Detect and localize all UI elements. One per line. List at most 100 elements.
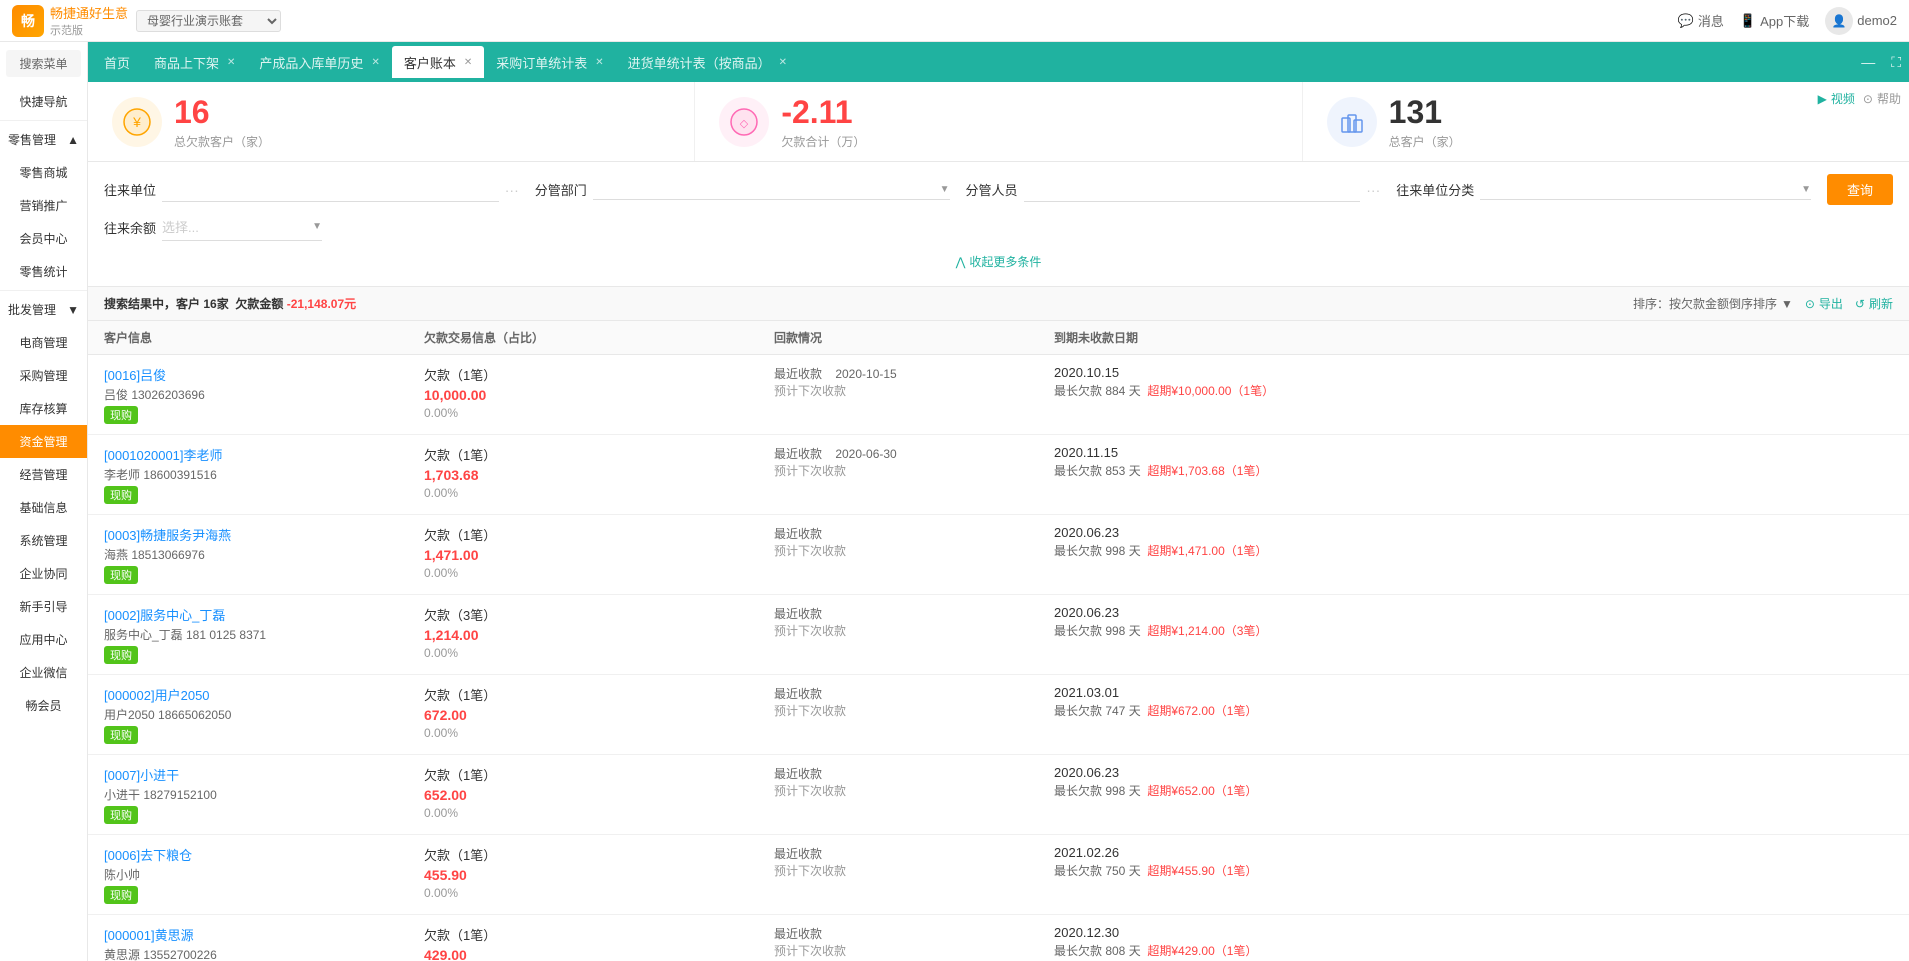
customer-name-link[interactable]: [000001]黄思源 <box>104 928 194 943</box>
debt-ratio: 0.00% <box>424 886 774 900</box>
tab-purchase-stat[interactable]: 采购订单统计表 ✕ <box>484 46 615 78</box>
sidebar-item-member[interactable]: 会员中心 <box>0 222 87 255</box>
customer-filter-input[interactable] <box>162 178 499 202</box>
close-icon[interactable]: ✕ <box>595 57 603 68</box>
sidebar-item-system[interactable]: 系统管理 <box>0 524 87 557</box>
debt-amount: 672.00 <box>424 707 774 723</box>
overdue-link[interactable]: 超期¥1,471.00（1笔） <box>1147 544 1267 558</box>
debt-amount: 652.00 <box>424 787 774 803</box>
customer-tag: 现购 <box>104 406 138 424</box>
video-btn[interactable]: ▶ 视频 <box>1818 90 1855 107</box>
expand-tabs-btn[interactable]: ⛶ <box>1887 52 1905 73</box>
user-menu[interactable]: 👤 demo2 <box>1825 7 1897 35</box>
overdue-link[interactable]: 超期¥672.00（1笔） <box>1147 704 1257 718</box>
overdue-link[interactable]: 超期¥1,214.00（3笔） <box>1147 624 1267 638</box>
debt-count: 欠款（1笔） <box>424 365 774 384</box>
debt-info-8: 欠款（1笔） 429.00 0.00% <box>424 925 774 961</box>
export-icon: ⊙ <box>1805 297 1815 311</box>
sidebar-item-newbie[interactable]: 新手引导 <box>0 590 87 623</box>
filter-category: 往来单位分类 ▼ <box>1396 180 1811 200</box>
app-download-btn[interactable]: 📱 App下载 <box>1740 11 1809 30</box>
customer-name-link[interactable]: [0006]去下粮仓 <box>104 848 192 863</box>
sidebar-item-retail-mgmt[interactable]: 零售管理 ▲ <box>0 123 87 156</box>
customer-name-link[interactable]: [0001020001]李老师 <box>104 448 223 463</box>
debt-count: 欠款（1笔） <box>424 685 774 704</box>
refresh-btn[interactable]: ↺ 刷新 <box>1855 295 1893 312</box>
balance-filter-select[interactable]: 选择... ▼ <box>162 213 322 241</box>
debt-ratio: 0.00% <box>424 726 774 740</box>
tab-product-shelf[interactable]: 商品上下架 ✕ <box>142 46 247 78</box>
filter-department: 分管部门 ▼ <box>535 180 950 200</box>
department-filter-select[interactable]: ▼ <box>593 180 950 200</box>
chevron-down-icon: ▼ <box>312 221 322 232</box>
overdue-info-1: 2020.10.15 最长欠款 884 天 超期¥10,000.00（1笔） <box>1054 365 1893 399</box>
sidebar-item-enterprise[interactable]: 企业协同 <box>0 557 87 590</box>
sidebar-item-purchase-mgmt[interactable]: 采购管理 <box>0 359 87 392</box>
recovery-info-2: 最近收款 2020-06-30 预计下次收款 <box>774 445 1054 479</box>
tab-home[interactable]: 首页 <box>92 46 142 78</box>
overdue-link[interactable]: 超期¥429.00（1笔） <box>1147 944 1257 958</box>
logo-subtext: 示范版 <box>50 22 128 38</box>
avatar: 👤 <box>1825 7 1853 35</box>
stat-card-debt-total: ◇ -2.11 欠款合计（万） <box>695 82 1302 161</box>
table-row: [0002]服务中心_丁磊 服务中心_丁磊 181 0125 8371 现购 欠… <box>88 595 1909 675</box>
overdue-link[interactable]: 超期¥455.90（1笔） <box>1147 864 1257 878</box>
category-filter-select[interactable]: ▼ <box>1480 180 1811 200</box>
collapse-btn[interactable]: ⋀ 收起更多条件 <box>956 249 1042 274</box>
sidebar-nav-btn[interactable]: 快捷导航 <box>0 85 87 118</box>
sidebar-item-finance[interactable]: 资金管理 <box>0 425 87 458</box>
sidebar-item-marketing[interactable]: 营销推广 <box>0 189 87 222</box>
overdue-link[interactable]: 超期¥1,703.68（1笔） <box>1147 464 1267 478</box>
filter-area: 往来单位 ··· 分管部门 ▼ 分管人员 ··· 往来 <box>88 162 1909 287</box>
sidebar-item-retail-mall[interactable]: 零售商城 <box>0 156 87 189</box>
help-btn[interactable]: ⊙ 帮助 <box>1863 90 1901 107</box>
recovery-info-4: 最近收款 预计下次收款 <box>774 605 1054 639</box>
query-btn[interactable]: 查询 <box>1827 174 1893 205</box>
overdue-link[interactable]: 超期¥10,000.00（1笔） <box>1147 384 1274 398</box>
chevron-down-icon: ▼ <box>940 184 950 195</box>
sidebar-item-wholesale-mgmt[interactable]: 批发管理 ▼ <box>0 293 87 326</box>
debt-count: 欠款（1笔） <box>424 445 774 464</box>
table-row: [000001]黄思源 黄思源 13552700226 现购 欠款（1笔） 42… <box>88 915 1909 961</box>
customer-name-link[interactable]: [0016]吕俊 <box>104 368 166 383</box>
recovery-date: 最近收款 <box>774 765 1054 782</box>
debt-customers-label: 总欠款客户（家） <box>174 133 270 150</box>
sidebar-search-btn[interactable]: 搜索菜单 <box>6 50 81 77</box>
customer-name-link[interactable]: [0007]小进干 <box>104 768 179 783</box>
top-bar-right: 💬 消息 📱 App下载 👤 demo2 <box>1678 7 1897 35</box>
overdue-link[interactable]: 超期¥652.00（1笔） <box>1147 784 1257 798</box>
customer-name-link[interactable]: [0002]服务中心_丁磊 <box>104 608 225 623</box>
close-icon[interactable]: ✕ <box>227 57 235 68</box>
tabs-actions: — ⛶ <box>1857 52 1905 73</box>
customer-name-link[interactable]: [000002]用户2050 <box>104 688 210 703</box>
tab-customer-account[interactable]: 客户账本 ✕ <box>392 46 484 78</box>
customer-tag: 现购 <box>104 726 138 744</box>
customer-tag: 现购 <box>104 566 138 584</box>
results-actions: 排序：按欠款金额倒序排序 ▼ ⊙ 导出 ↺ 刷新 <box>1633 295 1893 312</box>
tab-inbound-stat[interactable]: 进货单统计表（按商品） ✕ <box>616 46 799 78</box>
customer-phone: 陈小帅 <box>104 866 424 883</box>
chevron-up-icon: ⋀ <box>956 255 966 269</box>
sidebar-item-weixin[interactable]: 企业微信 <box>0 656 87 689</box>
close-icon[interactable]: ✕ <box>464 57 472 68</box>
company-select[interactable]: 母婴行业演示账套 <box>136 10 281 32</box>
sidebar-item-apps[interactable]: 应用中心 <box>0 623 87 656</box>
close-icon[interactable]: ✕ <box>371 57 379 68</box>
tab-production-history[interactable]: 产成品入库单历史 ✕ <box>247 46 391 78</box>
sidebar-item-retail-stat[interactable]: 零售统计 <box>0 255 87 288</box>
close-icon[interactable]: ✕ <box>779 57 787 68</box>
sidebar-item-operations[interactable]: 经营管理 <box>0 458 87 491</box>
sidebar-item-ecommerce[interactable]: 电商管理 <box>0 326 87 359</box>
sidebar-item-inventory[interactable]: 库存核算 <box>0 392 87 425</box>
customer-name-link[interactable]: [0003]畅捷服务尹海燕 <box>104 528 231 543</box>
customer-phone: 李老师 18600391516 <box>104 466 424 483</box>
export-btn[interactable]: ⊙ 导出 <box>1805 295 1843 312</box>
customer-phone: 吕俊 13026203696 <box>104 386 424 403</box>
results-sort-btn[interactable]: 排序：按欠款金额倒序排序 ▼ <box>1633 295 1793 312</box>
sidebar-item-member2[interactable]: 畅会员 <box>0 689 87 722</box>
debt-ratio: 0.00% <box>424 486 774 500</box>
collapse-tabs-btn[interactable]: — <box>1857 52 1879 72</box>
sidebar-item-basic-info[interactable]: 基础信息 <box>0 491 87 524</box>
message-btn[interactable]: 💬 消息 <box>1678 11 1724 30</box>
person-filter-input[interactable] <box>1024 178 1361 202</box>
